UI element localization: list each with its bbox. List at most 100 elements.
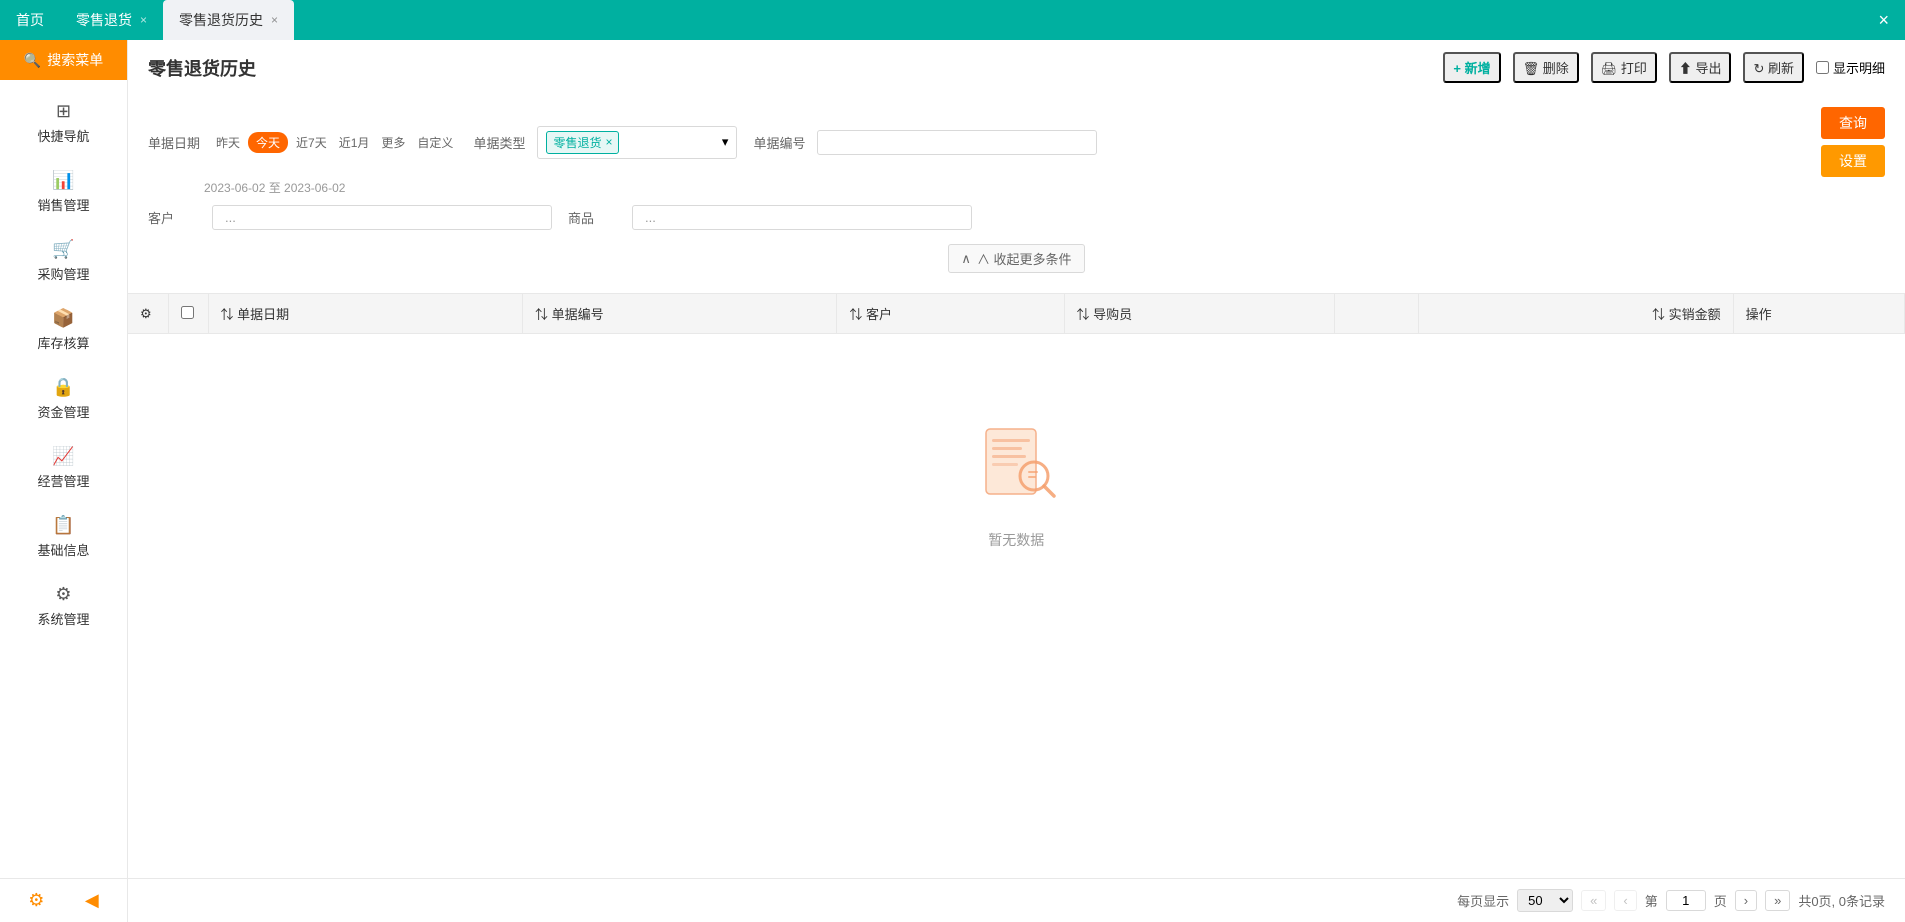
total-info: 共0页, 0条记录 [1798, 891, 1885, 910]
sidebar-search-button[interactable]: 🔍 搜索菜单 [0, 40, 127, 80]
tab-retail-return-close[interactable]: × [140, 13, 147, 27]
page-header: 零售退货历史 + 新增 🗑 删除 🖨 打印 ⬆ 导出 ↻ 刷新 显示明细 [128, 40, 1905, 294]
sales-mgmt-icon: 📊 [53, 169, 75, 191]
sidebar-item-finance-mgmt[interactable]: 🔒 资金管理 [0, 364, 127, 433]
filter-row-2: 客户 ... 商品 ... [148, 205, 1885, 230]
finance-mgmt-icon: 🔒 [53, 376, 75, 398]
delete-button[interactable]: 🗑 删除 [1513, 52, 1579, 83]
sidebar: 🔍 搜索菜单 ⊞ 快捷导航 📊 销售管理 🛒 采购管理 📦 库存核算 🔒 [0, 40, 128, 922]
tab-retail-return-history-close[interactable]: × [271, 13, 278, 27]
next-page-button[interactable]: › [1735, 890, 1757, 911]
date-btn-1month[interactable]: 近1月 [335, 132, 374, 153]
goods-label: 商品 [568, 208, 624, 227]
doc-type-tag-close[interactable]: × [605, 135, 612, 149]
goods-filter-group: 商品 ... [568, 205, 972, 230]
app-close-button[interactable]: × [1862, 10, 1905, 31]
empty-text: 暂无数据 [988, 530, 1044, 550]
query-button[interactable]: 查询 [1821, 107, 1885, 139]
new-button[interactable]: + 新增 [1443, 52, 1500, 83]
date-shortcuts: 昨天 今天 近7天 近1月 更多 自定义 [212, 132, 457, 153]
th-guide[interactable]: ⇅ 导购员 [1064, 294, 1335, 334]
collapse-icon: ∧ [961, 251, 971, 267]
table-body: 暂无数据 [128, 334, 1905, 631]
th-settings[interactable]: ⚙ [128, 294, 168, 334]
right-query-panel: 查询 设置 [1809, 107, 1885, 177]
print-button[interactable]: 🖨 打印 [1591, 52, 1657, 83]
toolbar-actions: + 新增 🗑 删除 🖨 打印 ⬆ 导出 ↻ 刷新 显示明细 [1443, 52, 1885, 83]
doc-type-label: 单据类型 [473, 133, 529, 152]
sidebar-settings-button[interactable]: ⚙ [28, 890, 44, 911]
settings-button[interactable]: 设置 [1821, 145, 1885, 177]
page-input[interactable] [1666, 890, 1706, 911]
doc-no-label: 单据编号 [753, 133, 809, 152]
pagination-bar: 每页显示 10 20 50 100 « ‹ 第 页 › » 共0页, 0条记录 [128, 878, 1905, 922]
display-detail-checkbox[interactable] [1816, 61, 1829, 74]
doc-type-select[interactable]: 零售退货 × ▾ [537, 126, 737, 159]
top-bar: 首页 零售退货 × 零售退货历史 × × [0, 0, 1905, 40]
customer-filter-group: 客户 ... [148, 205, 552, 230]
sidebar-item-quick-nav[interactable]: ⊞ 快捷导航 [0, 88, 127, 157]
goods-input[interactable]: ... [632, 205, 972, 230]
date-btn-7days[interactable]: 近7天 [292, 132, 331, 153]
customer-input[interactable]: ... [212, 205, 552, 230]
tab-home[interactable]: 首页 [0, 0, 60, 40]
sidebar-collapse-button[interactable]: ◀ [85, 890, 99, 911]
purchase-mgmt-icon: 🛒 [53, 238, 75, 260]
prev-page-button[interactable]: ‹ [1614, 890, 1636, 911]
date-range-display: 2023-06-02 至 2023-06-02 [204, 181, 345, 195]
doc-no-filter-group: 单据编号 [753, 130, 1097, 155]
first-page-button[interactable]: « [1581, 890, 1606, 911]
refresh-button[interactable]: ↻ 刷新 [1743, 52, 1804, 83]
date-btn-custom[interactable]: 自定义 [413, 132, 457, 153]
page-label: 第 [1645, 891, 1658, 910]
th-customer[interactable]: ⇅ 客户 [837, 294, 1064, 334]
date-btn-more[interactable]: 更多 [377, 132, 409, 153]
table-settings-icon[interactable]: ⚙ [140, 306, 152, 321]
display-detail-label[interactable]: 显示明细 [1816, 58, 1885, 77]
page-unit: 页 [1714, 891, 1727, 910]
tab-retail-return-history[interactable]: 零售退货历史 × [163, 0, 294, 40]
tab-retail-return[interactable]: 零售退货 × [60, 0, 163, 40]
tab-list: 首页 零售退货 × 零售退货历史 × [0, 0, 1862, 40]
main-layout: 🔍 搜索菜单 ⊞ 快捷导航 📊 销售管理 🛒 采购管理 📦 库存核算 🔒 [0, 40, 1905, 922]
quick-nav-icon: ⊞ [53, 100, 75, 122]
empty-icon [966, 414, 1066, 514]
page-title: 零售退货历史 [148, 55, 256, 81]
sidebar-item-basic-info[interactable]: 📋 基础信息 [0, 502, 127, 571]
sidebar-item-purchase-mgmt[interactable]: 🛒 采购管理 [0, 226, 127, 295]
customer-label: 客户 [148, 208, 204, 227]
table-header: ⚙ ⇅ 单据日期 ⇅ 单据编号 [128, 294, 1905, 334]
sidebar-item-operation-mgmt[interactable]: 📈 经营管理 [0, 433, 127, 502]
table-container: ⚙ ⇅ 单据日期 ⇅ 单据编号 [128, 294, 1905, 878]
search-icon: 🔍 [24, 52, 41, 69]
operation-mgmt-icon: 📈 [53, 445, 75, 467]
filter-row-1: 单据日期 昨天 今天 近7天 近1月 更多 自定义 单据类型 [148, 107, 1885, 177]
data-table: ⚙ ⇅ 单据日期 ⇅ 单据编号 [128, 294, 1905, 630]
filter-area: 单据日期 昨天 今天 近7天 近1月 更多 自定义 单据类型 [148, 95, 1885, 293]
doc-type-dropdown-icon: ▾ [722, 134, 729, 150]
sidebar-item-inventory[interactable]: 📦 库存核算 [0, 295, 127, 364]
date-filter-label: 单据日期 [148, 133, 204, 152]
doc-type-filter-group: 单据类型 零售退货 × ▾ [473, 126, 737, 159]
th-action: 操作 [1733, 294, 1904, 334]
date-filter-group: 单据日期 昨天 今天 近7天 近1月 更多 自定义 [148, 132, 457, 153]
system-mgmt-icon: ⚙ [53, 583, 75, 605]
page-title-row: 零售退货历史 + 新增 🗑 删除 🖨 打印 ⬆ 导出 ↻ 刷新 显示明细 [148, 52, 1885, 83]
date-btn-yesterday[interactable]: 昨天 [212, 132, 244, 153]
th-doc-date[interactable]: ⇅ 单据日期 [208, 294, 522, 334]
export-button[interactable]: ⬆ 导出 [1669, 52, 1732, 83]
collapse-button[interactable]: ∧ ∧ 收起更多条件 [948, 244, 1084, 273]
sidebar-item-sales-mgmt[interactable]: 📊 销售管理 [0, 157, 127, 226]
select-all-checkbox[interactable] [181, 306, 194, 319]
th-spacer [1335, 294, 1419, 334]
date-btn-today[interactable]: 今天 [248, 132, 288, 153]
sidebar-item-system-mgmt[interactable]: ⚙ 系统管理 [0, 571, 127, 640]
doc-type-tag: 零售退货 × [546, 131, 619, 154]
page-size-label: 每页显示 [1457, 891, 1509, 910]
doc-no-input[interactable] [817, 130, 1097, 155]
th-doc-no[interactable]: ⇅ 单据编号 [522, 294, 836, 334]
th-actual-amount[interactable]: ⇅ 实销金额 [1419, 294, 1733, 334]
last-page-button[interactable]: » [1765, 890, 1790, 911]
page-size-select[interactable]: 10 20 50 100 [1517, 889, 1573, 912]
inventory-icon: 📦 [53, 307, 75, 329]
